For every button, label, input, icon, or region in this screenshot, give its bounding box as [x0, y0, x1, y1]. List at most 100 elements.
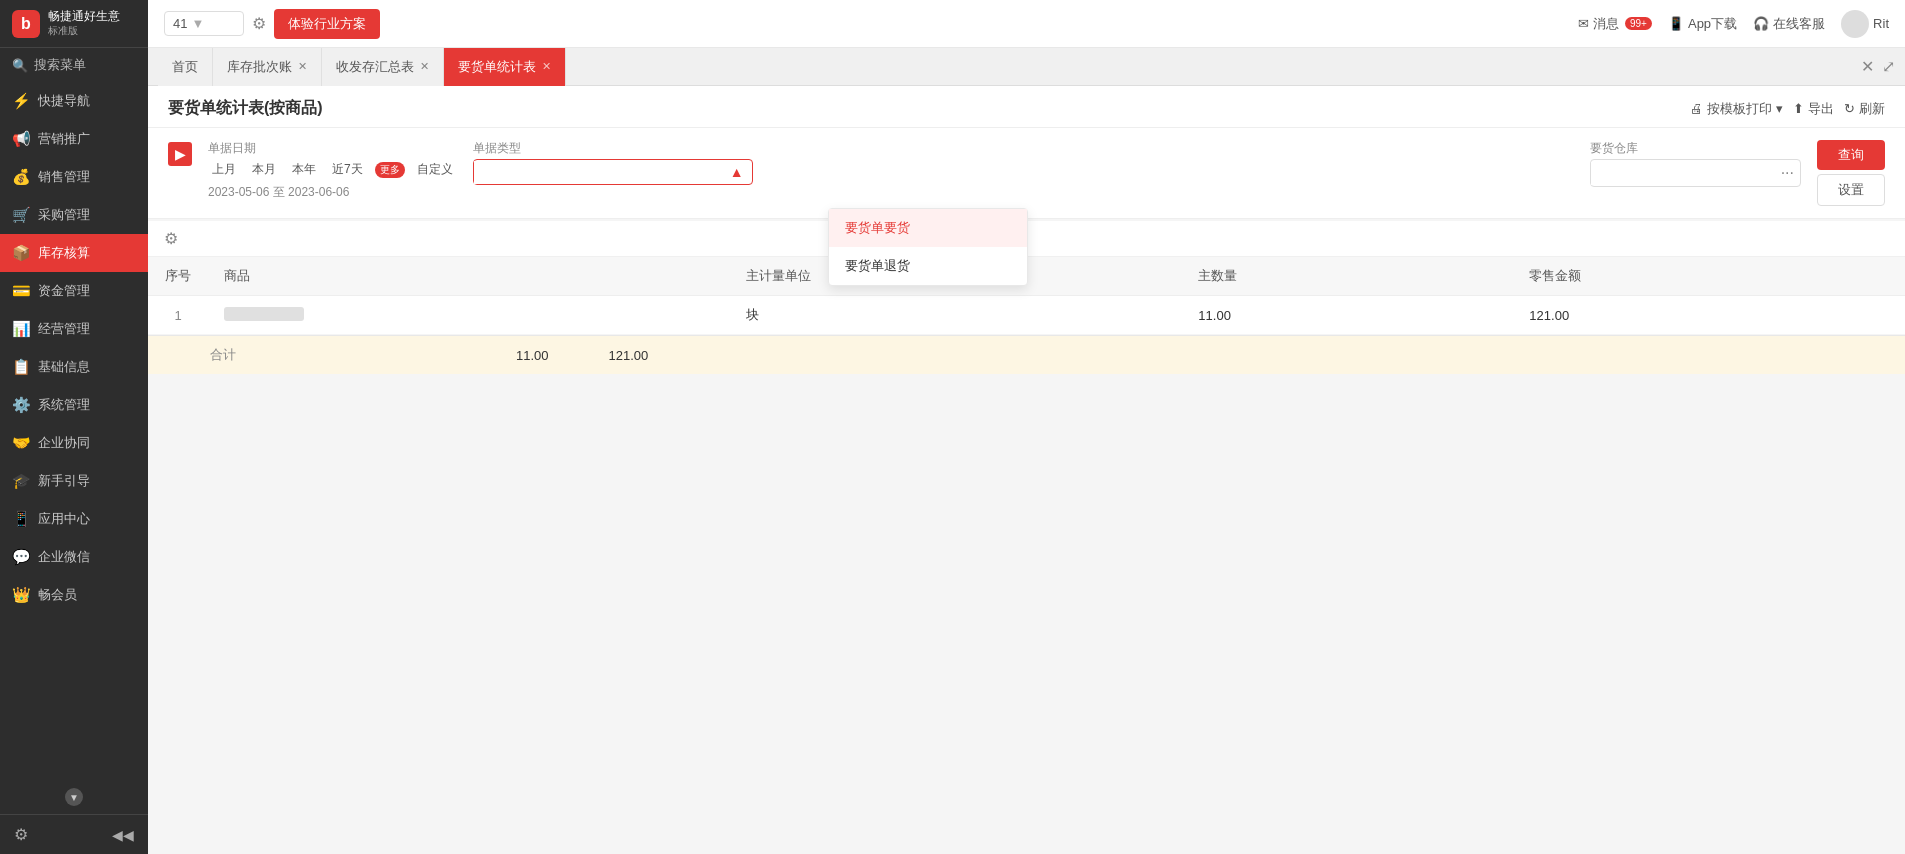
warehouse-more-btn[interactable]: ··· — [1775, 160, 1800, 186]
tab-label: 要货单统计表 — [458, 58, 536, 76]
app-download-btn[interactable]: 📱 App下载 — [1668, 15, 1737, 33]
sidebar-item-label: 采购管理 — [38, 206, 90, 224]
filter-expand-button[interactable]: ▶ — [168, 142, 192, 166]
maximize-button[interactable]: ⤢ — [1882, 57, 1895, 76]
guide-icon: 🎓 — [12, 472, 30, 490]
refresh-label: 刷新 — [1859, 100, 1885, 118]
system-icon: ⚙️ — [12, 396, 30, 414]
page-header-actions: 🖨 按模板打印 ▾ ⬆ 导出 ↻ 刷新 — [1690, 100, 1885, 118]
sidebar-item-label: 销售管理 — [38, 168, 90, 186]
sidebar-item-label: 系统管理 — [38, 396, 90, 414]
sidebar-item-inventory[interactable]: 📦 库存核算 — [0, 234, 148, 272]
export-label: 导出 — [1808, 100, 1834, 118]
sidebar-item-apps[interactable]: 📱 应用中心 — [0, 500, 148, 538]
cell-unit: 块 — [730, 296, 1182, 335]
sidebar-bottom: ⚙ ◀◀ — [0, 814, 148, 854]
dropdown-item-order-goods[interactable]: 要货单要货 — [829, 209, 1027, 247]
online-service-btn[interactable]: 🎧 在线客服 — [1753, 15, 1825, 33]
sidebar-item-guide[interactable]: 🎓 新手引导 — [0, 462, 148, 500]
sidebar-item-system[interactable]: ⚙️ 系统管理 — [0, 386, 148, 424]
refresh-btn[interactable]: ↻ 刷新 — [1844, 100, 1885, 118]
sidebar-item-sales[interactable]: 💰 销售管理 — [0, 158, 148, 196]
export-btn[interactable]: ⬆ 导出 — [1793, 100, 1834, 118]
sidebar-scroll-down[interactable]: ▼ — [65, 788, 83, 806]
export-icon: ⬆ — [1793, 101, 1804, 116]
tab-summary[interactable]: 收发存汇总表 ✕ — [322, 48, 444, 86]
user-menu[interactable]: Rit — [1841, 10, 1889, 38]
sidebar-item-wechat[interactable]: 💬 企业微信 — [0, 538, 148, 576]
topbar-gear-icon[interactable]: ⚙ — [252, 14, 266, 33]
date-range-display: 2023-05-06 至 2023-06-06 — [208, 184, 349, 201]
user-name: Rit — [1873, 16, 1889, 31]
app-logo: b 畅捷通好生意 标准版 — [0, 0, 148, 48]
logo-text: 畅捷通好生意 — [48, 9, 120, 25]
tab-home[interactable]: 首页 — [158, 48, 213, 86]
sidebar-item-label: 资金管理 — [38, 282, 90, 300]
store-selector[interactable]: 41 ▼ — [164, 11, 244, 36]
warehouse-filter-input[interactable] — [1591, 162, 1775, 185]
store-number: 41 — [173, 16, 187, 31]
topbar-right: ✉ 消息 99+ 📱 App下载 🎧 在线客服 Rit — [1578, 10, 1889, 38]
warehouse-filter-group: 要货仓库 ··· — [1590, 140, 1801, 187]
print-label: 按模板打印 — [1707, 100, 1772, 118]
date-filter-label: 单据日期 — [208, 140, 256, 157]
print-btn[interactable]: 🖨 按模板打印 ▾ — [1690, 100, 1783, 118]
type-dropdown-menu: 要货单要货 要货单退货 — [828, 208, 1028, 286]
tab-label: 收发存汇总表 — [336, 58, 414, 76]
sidebar-collapse-icon[interactable]: ◀◀ — [112, 827, 134, 843]
sidebar-item-quick-nav[interactable]: ⚡ 快捷导航 — [0, 82, 148, 120]
sidebar-item-vip[interactable]: 👑 畅会员 — [0, 576, 148, 614]
sidebar-item-enterprise[interactable]: 🤝 企业协同 — [0, 424, 148, 462]
settings-button[interactable]: 设置 — [1817, 174, 1885, 206]
tab-inventory-batch[interactable]: 库存批次账 ✕ — [213, 48, 322, 86]
tab-order-stats[interactable]: 要货单统计表 ✕ — [444, 48, 566, 86]
sidebar-item-finance[interactable]: 💳 资金管理 — [0, 272, 148, 310]
online-service-label: 在线客服 — [1773, 15, 1825, 33]
dropdown-item-order-return[interactable]: 要货单退货 — [829, 247, 1027, 285]
trial-button[interactable]: 体验行业方案 — [274, 9, 380, 39]
app-download-label: App下载 — [1688, 15, 1737, 33]
sidebar-item-marketing[interactable]: 📢 营销推广 — [0, 120, 148, 158]
query-button[interactable]: 查询 — [1817, 140, 1885, 170]
date-last-month-btn[interactable]: 上月 — [208, 159, 240, 180]
sidebar-search[interactable]: 🔍 搜索菜单 — [0, 48, 148, 82]
sidebar-item-label: 新手引导 — [38, 472, 90, 490]
main-area: 41 ▼ ⚙ 体验行业方案 ✉ 消息 99+ 📱 App下载 🎧 在线客服 R — [148, 0, 1905, 854]
sidebar-item-label: 畅会员 — [38, 586, 77, 604]
date-custom-btn[interactable]: 自定义 — [413, 159, 457, 180]
basics-icon: 📋 — [12, 358, 30, 376]
product-name-blurred — [224, 307, 304, 321]
date-this-month-btn[interactable]: 本月 — [248, 159, 280, 180]
tab-close-icon[interactable]: ✕ — [298, 60, 307, 73]
wechat-icon: 💬 — [12, 548, 30, 566]
sidebar-item-purchase[interactable]: 🛒 采购管理 — [0, 196, 148, 234]
footer-spacer — [256, 348, 456, 363]
date-this-year-btn[interactable]: 本年 — [288, 159, 320, 180]
online-service-icon: 🎧 — [1753, 16, 1769, 31]
messages-btn[interactable]: ✉ 消息 99+ — [1578, 15, 1652, 33]
message-icon: ✉ — [1578, 16, 1589, 31]
table-settings-icon[interactable]: ⚙ — [164, 229, 178, 248]
col-product: 商品 — [208, 257, 730, 296]
page-header: 要货单统计表(按商品) 🖨 按模板打印 ▾ ⬆ 导出 ↻ 刷新 — [148, 86, 1905, 128]
type-filter-label: 单据类型 — [473, 140, 521, 157]
date-more-badge[interactable]: 更多 — [375, 162, 405, 178]
search-label: 搜索菜单 — [34, 56, 86, 74]
type-filter-input[interactable] — [474, 161, 722, 184]
warehouse-input-row: ··· — [1590, 159, 1801, 187]
footer-label: 合计 — [164, 346, 236, 364]
date-7days-btn[interactable]: 近7天 — [328, 159, 367, 180]
tab-close-icon[interactable]: ✕ — [420, 60, 429, 73]
sidebar-item-label: 营销推广 — [38, 130, 90, 148]
sidebar-item-basics[interactable]: 📋 基础信息 — [0, 348, 148, 386]
close-all-tabs-button[interactable]: ✕ — [1861, 57, 1874, 76]
avatar — [1841, 10, 1869, 38]
type-dropdown-arrow[interactable]: ▲ — [722, 160, 752, 184]
tab-close-icon[interactable]: ✕ — [542, 60, 551, 73]
purchase-icon: 🛒 — [12, 206, 30, 224]
sidebar-settings-icon[interactable]: ⚙ — [14, 825, 28, 844]
tabs-bar: 首页 库存批次账 ✕ 收发存汇总表 ✕ 要货单统计表 ✕ ✕ ⤢ — [148, 48, 1905, 86]
operations-icon: 📊 — [12, 320, 30, 338]
sidebar-item-label: 库存核算 — [38, 244, 90, 262]
sidebar-item-operations[interactable]: 📊 经营管理 — [0, 310, 148, 348]
